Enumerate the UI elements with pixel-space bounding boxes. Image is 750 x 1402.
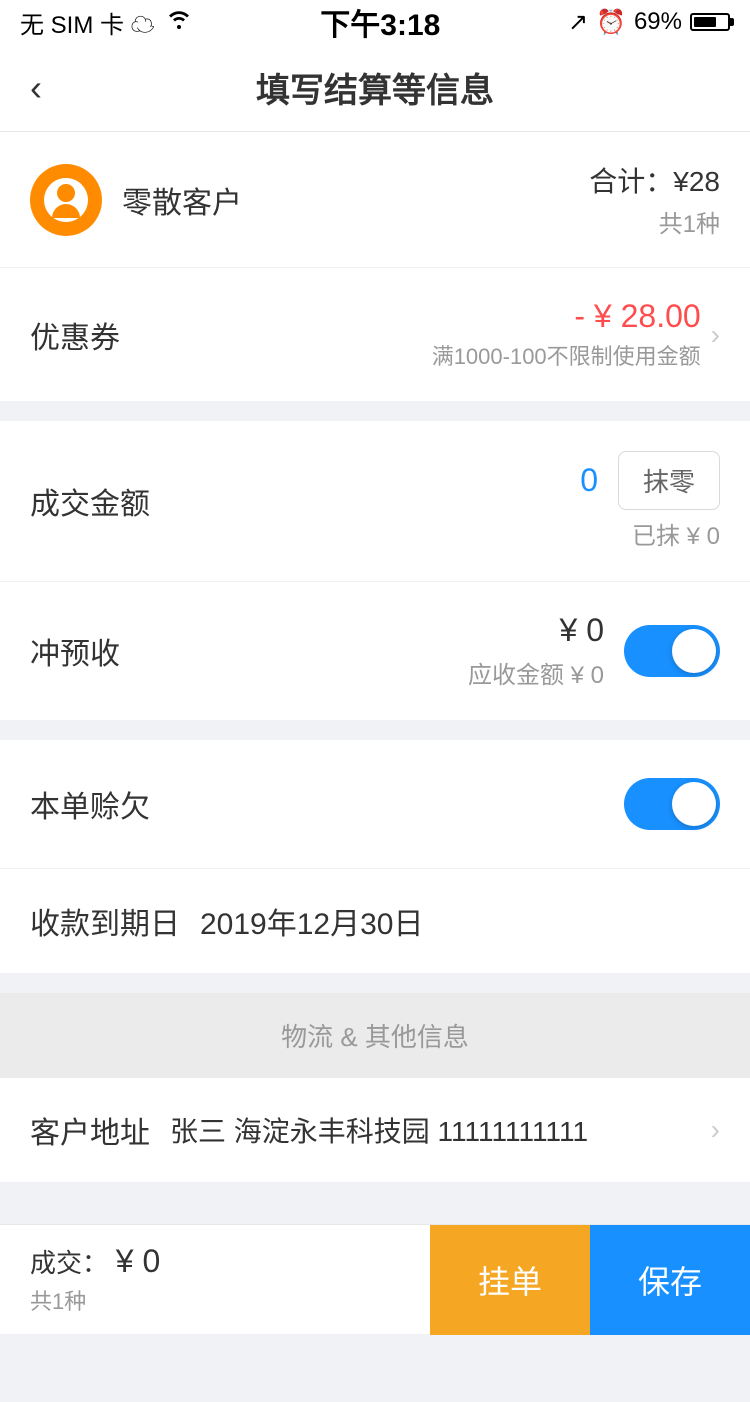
customer-name: 零散客户 <box>122 178 242 222</box>
address-section: 客户地址 张三 海淀永丰科技园 11111111111 › <box>0 1078 750 1182</box>
hold-button[interactable]: 挂单 <box>430 1225 590 1335</box>
coupon-label: 优惠券 <box>30 313 120 357</box>
bottom-bar: 成交： ¥ 0 共1种 挂单 保存 <box>0 1224 750 1334</box>
location-icon: ↗ <box>568 8 588 37</box>
bottom-deal-amount: ¥ 0 <box>116 1243 160 1279</box>
prepay-row: 冲预收 ¥ 0 应收金额 ¥ 0 <box>0 582 750 720</box>
prepay-right: ¥ 0 应收金额 ¥ 0 <box>468 612 720 690</box>
total-amount: 合计：¥28 <box>589 160 720 200</box>
status-left: 无 SIM 卡 ☁ <box>20 5 193 40</box>
debt-row: 本单赊欠 <box>0 740 750 868</box>
customer-left: 零散客户 <box>30 164 242 236</box>
back-button[interactable]: ‹ <box>30 67 42 109</box>
debt-section: 本单赊欠 收款到期日 2019年12月30日 <box>0 740 750 973</box>
save-button[interactable]: 保存 <box>590 1225 750 1335</box>
status-bar: 无 SIM 卡 ☁ 下午3:18 ↗ ⏰ 69% <box>0 0 750 44</box>
prepay-value: ¥ 0 <box>468 612 604 649</box>
status-right: ↗ ⏰ 69% <box>568 8 730 37</box>
duedate-value: 2019年12月30日 <box>200 899 423 943</box>
address-chevron-icon: › <box>711 1114 720 1146</box>
transaction-amount-right: 0 抹零 <box>558 451 720 510</box>
avatar-icon <box>44 178 88 222</box>
total-count: 共1种 <box>589 204 720 239</box>
coupon-discount: - ¥ 28.00 <box>432 298 701 335</box>
battery-percent: 69% <box>634 8 682 36</box>
bottom-count: 共1种 <box>30 1284 400 1316</box>
transaction-amount-value[interactable]: 0 <box>558 462 598 499</box>
coupon-row[interactable]: 优惠券 - ¥ 28.00 满1000-100不限制使用金额 › <box>0 267 750 401</box>
customer-section: 零散客户 合计：¥28 共1种 优惠券 - ¥ 28.00 满1000-100不… <box>0 132 750 401</box>
prepay-label: 冲预收 <box>30 629 120 673</box>
logistics-label: 物流 & 其他信息 <box>281 1017 469 1054</box>
coupon-right: - ¥ 28.00 满1000-100不限制使用金额 › <box>432 298 720 371</box>
page-title: 填写结算等信息 <box>256 63 494 112</box>
debt-toggle-knob <box>672 782 716 826</box>
transaction-amount-row: 成交金额 0 抹零 已抹 ¥ 0 <box>0 421 750 582</box>
bottom-deal-label: 成交： <box>30 1248 108 1278</box>
wifi-icon <box>165 8 193 36</box>
battery-icon <box>690 13 730 31</box>
coupon-info: - ¥ 28.00 满1000-100不限制使用金额 <box>432 298 701 371</box>
transaction-section: 成交金额 0 抹零 已抹 ¥ 0 冲预收 ¥ 0 应收金额 ¥ 0 <box>0 421 750 720</box>
bottom-deal-row: 成交： ¥ 0 <box>30 1243 400 1280</box>
address-row[interactable]: 客户地址 张三 海淀永丰科技园 11111111111 › <box>0 1078 750 1182</box>
customer-row: 零散客户 合计：¥28 共1种 <box>0 132 750 267</box>
coupon-desc: 满1000-100不限制使用金额 <box>432 339 701 371</box>
logistics-divider: 物流 & 其他信息 <box>0 993 750 1078</box>
transaction-amount-label: 成交金额 <box>30 479 150 523</box>
sim-status: 无 SIM 卡 ☁ <box>20 5 155 40</box>
avatar <box>30 164 102 236</box>
prepay-toggle[interactable] <box>624 625 720 677</box>
status-time: 下午3:18 <box>320 0 440 44</box>
alarm-icon: ⏰ <box>596 8 626 37</box>
debt-toggle[interactable] <box>624 778 720 830</box>
receivable-label: 应收金额 ¥ 0 <box>468 655 604 690</box>
nav-bar: ‹ 填写结算等信息 <box>0 44 750 132</box>
roundoff-button[interactable]: 抹零 <box>618 451 720 510</box>
prepay-amount: ¥ 0 应收金额 ¥ 0 <box>468 612 604 690</box>
duedate-row[interactable]: 收款到期日 2019年12月30日 <box>0 868 750 973</box>
customer-total: 合计：¥28 共1种 <box>589 160 720 239</box>
already-rounded-text: 已抹 ¥ 0 <box>558 516 720 551</box>
address-value: 张三 海淀永丰科技园 11111111111 <box>170 1110 711 1150</box>
toggle-knob <box>672 629 716 673</box>
bottom-left: 成交： ¥ 0 共1种 <box>0 1243 430 1316</box>
coupon-chevron-icon: › <box>711 319 720 351</box>
debt-label: 本单赊欠 <box>30 782 150 826</box>
duedate-label: 收款到期日 <box>30 899 180 943</box>
address-label: 客户地址 <box>30 1108 150 1152</box>
